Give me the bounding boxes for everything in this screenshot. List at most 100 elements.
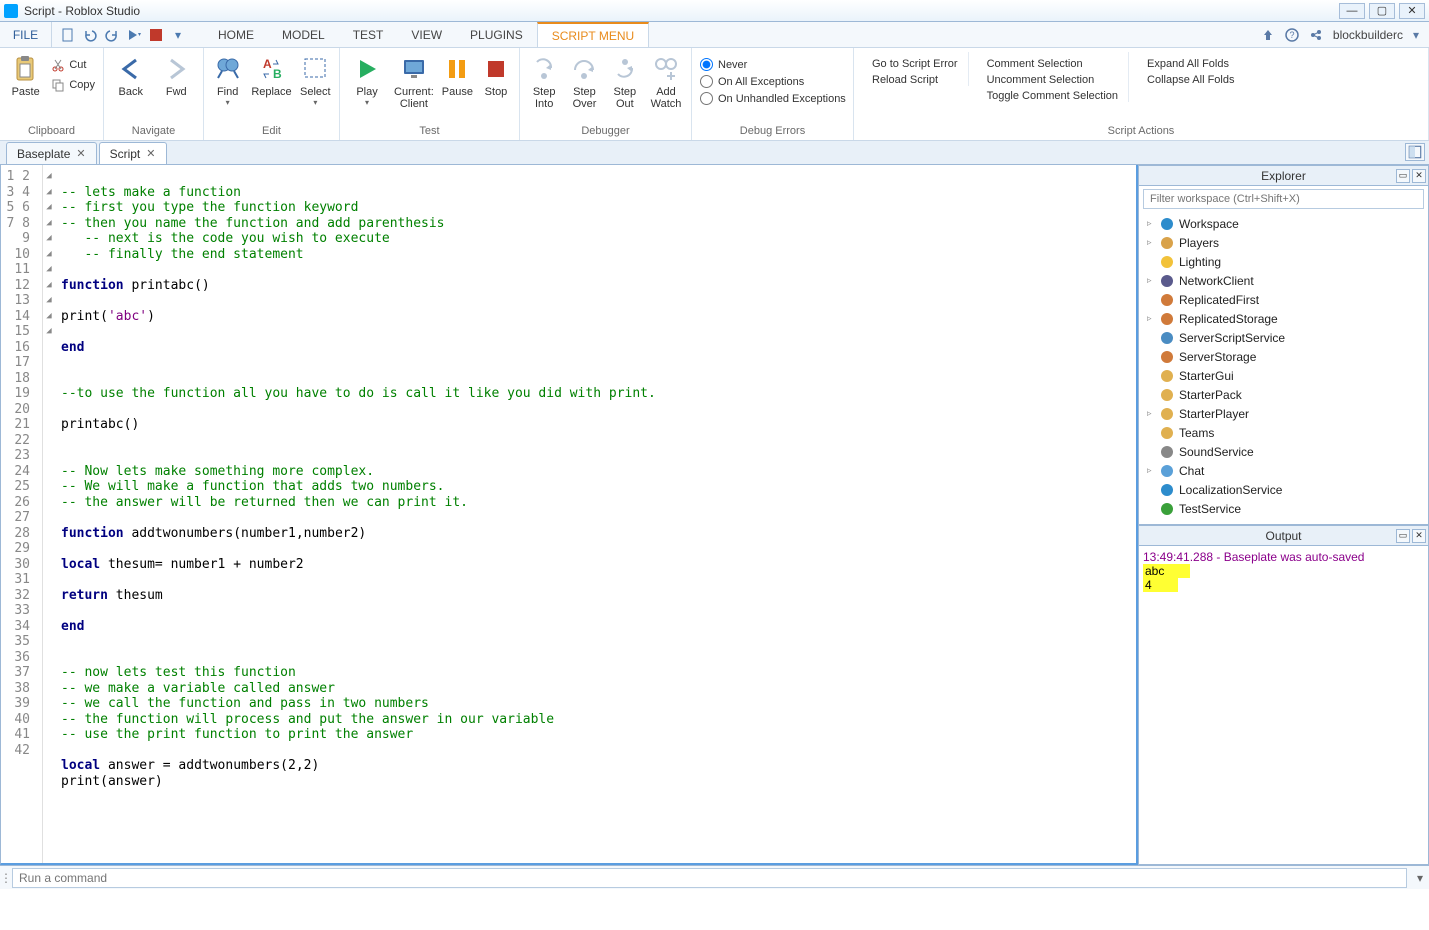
maximize-button[interactable]: ▢ — [1369, 3, 1395, 19]
comment-selection-button[interactable]: Comment Selection — [987, 58, 1118, 70]
doctab-script[interactable]: Script✕ — [99, 142, 167, 164]
upgrade-icon[interactable] — [1261, 28, 1275, 42]
play-dropdown-icon[interactable] — [126, 27, 142, 43]
pause-button[interactable]: Pause — [442, 52, 473, 98]
step-into-button[interactable]: Step Into — [528, 52, 560, 110]
tree-item-lighting[interactable]: Lighting — [1139, 252, 1428, 271]
tree-item-chat[interactable]: ▹Chat — [1139, 461, 1428, 480]
tree-item-starterpack[interactable]: StarterPack — [1139, 385, 1428, 404]
fold-column[interactable]: ◢ ◢ ◢ ◢ ◢ ◢ ◢ ◢ ◢ ◢ ◢ — [43, 165, 55, 863]
username-label[interactable]: blockbuilderc — [1333, 28, 1403, 42]
service-icon — [1159, 216, 1175, 232]
user-dropdown-icon[interactable]: ▾ — [1413, 28, 1419, 42]
service-icon — [1159, 501, 1175, 517]
explorer-close-icon[interactable]: ✕ — [1412, 169, 1426, 183]
tab-plugins[interactable]: PLUGINS — [456, 22, 537, 47]
command-input[interactable] — [12, 868, 1407, 888]
add-watch-button[interactable]: Add Watch — [649, 52, 683, 110]
copy-button[interactable]: Copy — [51, 76, 95, 94]
output-close-icon[interactable]: ✕ — [1412, 529, 1426, 543]
tree-item-localizationservice[interactable]: LocalizationService — [1139, 480, 1428, 499]
fwd-button[interactable]: Fwd — [158, 52, 196, 98]
service-icon — [1159, 425, 1175, 441]
tree-item-testservice[interactable]: TestService — [1139, 499, 1428, 518]
replace-button[interactable]: ABReplace — [251, 52, 291, 98]
on-unhandled-exceptions-radio[interactable]: On Unhandled Exceptions — [700, 92, 846, 105]
select-button[interactable]: Select▾ — [300, 52, 331, 107]
minimize-button[interactable]: — — [1339, 3, 1365, 19]
expand-icon[interactable]: ▹ — [1147, 275, 1159, 286]
find-icon — [213, 54, 243, 84]
tab-test[interactable]: TEST — [339, 22, 398, 47]
share-icon[interactable] — [1309, 28, 1323, 42]
tree-item-players[interactable]: ▹Players — [1139, 233, 1428, 252]
step-out-button[interactable]: Step Out — [609, 52, 641, 110]
explorer-filter-input[interactable] — [1143, 189, 1424, 209]
tree-item-soundservice[interactable]: SoundService — [1139, 442, 1428, 461]
stop-icon[interactable] — [148, 27, 164, 43]
code-editor[interactable]: 1 2 3 4 5 6 7 8 9 10 11 12 13 14 15 16 1… — [0, 165, 1138, 865]
paste-button[interactable]: Paste — [8, 52, 43, 98]
tree-item-workspace[interactable]: ▹Workspace — [1139, 214, 1428, 233]
tree-item-replicatedstorage[interactable]: ▹ReplicatedStorage — [1139, 309, 1428, 328]
group-label-debugger: Debugger — [520, 123, 691, 140]
step-over-button[interactable]: Step Over — [568, 52, 600, 110]
close-button[interactable]: ✕ — [1399, 3, 1425, 19]
group-label-clipboard: Clipboard — [0, 123, 103, 140]
back-icon — [116, 54, 146, 84]
tree-item-teams[interactable]: Teams — [1139, 423, 1428, 442]
on-all-exceptions-radio[interactable]: On All Exceptions — [700, 75, 846, 88]
undo-icon[interactable] — [82, 27, 98, 43]
tree-item-serverstorage[interactable]: ServerStorage — [1139, 347, 1428, 366]
qat-dropdown-icon[interactable]: ▾ — [170, 27, 186, 43]
tree-item-starterplayer[interactable]: ▹StarterPlayer — [1139, 404, 1428, 423]
tree-item-startergui[interactable]: StarterGui — [1139, 366, 1428, 385]
group-label-script-actions: Script Actions — [854, 123, 1428, 140]
tab-model[interactable]: MODEL — [268, 22, 339, 47]
toggle-comment-selection-button[interactable]: Toggle Comment Selection — [987, 90, 1118, 102]
output-panel: Output▭✕ 13:49:41.288 - Baseplate was au… — [1138, 525, 1429, 865]
grip-icon[interactable]: ⋮⋮ — [0, 871, 12, 885]
cut-button[interactable]: Cut — [51, 56, 95, 74]
play-button[interactable]: Play▾ — [348, 52, 386, 107]
reload-script-button[interactable]: Reload Script — [872, 74, 958, 86]
doctab-close-icon[interactable]: ✕ — [76, 147, 85, 160]
doctab-close-icon[interactable]: ✕ — [146, 147, 155, 160]
tab-home[interactable]: HOME — [204, 22, 268, 47]
expand-icon[interactable]: ▹ — [1147, 465, 1159, 476]
service-icon — [1159, 482, 1175, 498]
explorer-undock-icon[interactable]: ▭ — [1396, 169, 1410, 183]
document-tabs: Baseplate✕Script✕ — [0, 141, 1429, 165]
svg-text:B: B — [273, 67, 282, 81]
help-icon[interactable]: ? — [1285, 28, 1299, 42]
new-icon[interactable] — [60, 27, 76, 43]
expand-icon[interactable]: ▹ — [1147, 313, 1159, 324]
expand-all-folds-button[interactable]: Expand All Folds — [1147, 58, 1234, 70]
output-body[interactable]: 13:49:41.288 - Baseplate was auto-saveda… — [1139, 546, 1428, 864]
expand-icon[interactable]: ▹ — [1147, 408, 1159, 419]
explorer-tree[interactable]: ▹Workspace▹PlayersLighting▹NetworkClient… — [1139, 212, 1428, 524]
never-radio[interactable]: Never — [700, 58, 846, 71]
docking-icon[interactable] — [1405, 143, 1425, 161]
command-dropdown-icon[interactable]: ▾ — [1411, 871, 1429, 885]
tab-view[interactable]: VIEW — [397, 22, 456, 47]
code-area[interactable]: -- lets make a function -- first you typ… — [55, 165, 1136, 863]
stop-button[interactable]: Stop — [481, 52, 511, 98]
file-menu[interactable]: FILE — [0, 22, 52, 47]
tree-item-serverscriptservice[interactable]: ServerScriptService — [1139, 328, 1428, 347]
back-button[interactable]: Back — [112, 52, 150, 98]
redo-icon[interactable] — [104, 27, 120, 43]
uncomment-selection-button[interactable]: Uncomment Selection — [987, 74, 1118, 86]
expand-icon[interactable]: ▹ — [1147, 237, 1159, 248]
tab-script-menu[interactable]: SCRIPT MENU — [537, 22, 649, 47]
collapse-all-folds-button[interactable]: Collapse All Folds — [1147, 74, 1234, 86]
output-undock-icon[interactable]: ▭ — [1396, 529, 1410, 543]
find-button[interactable]: Find▾ — [212, 52, 243, 107]
service-icon — [1159, 387, 1175, 403]
current-client-button[interactable]: Current: Client — [394, 52, 434, 110]
doctab-baseplate[interactable]: Baseplate✕ — [6, 142, 97, 164]
tree-item-networkclient[interactable]: ▹NetworkClient — [1139, 271, 1428, 290]
tree-item-replicatedfirst[interactable]: ReplicatedFirst — [1139, 290, 1428, 309]
expand-icon[interactable]: ▹ — [1147, 218, 1159, 229]
goto-script-error-button[interactable]: Go to Script Error — [872, 58, 958, 70]
